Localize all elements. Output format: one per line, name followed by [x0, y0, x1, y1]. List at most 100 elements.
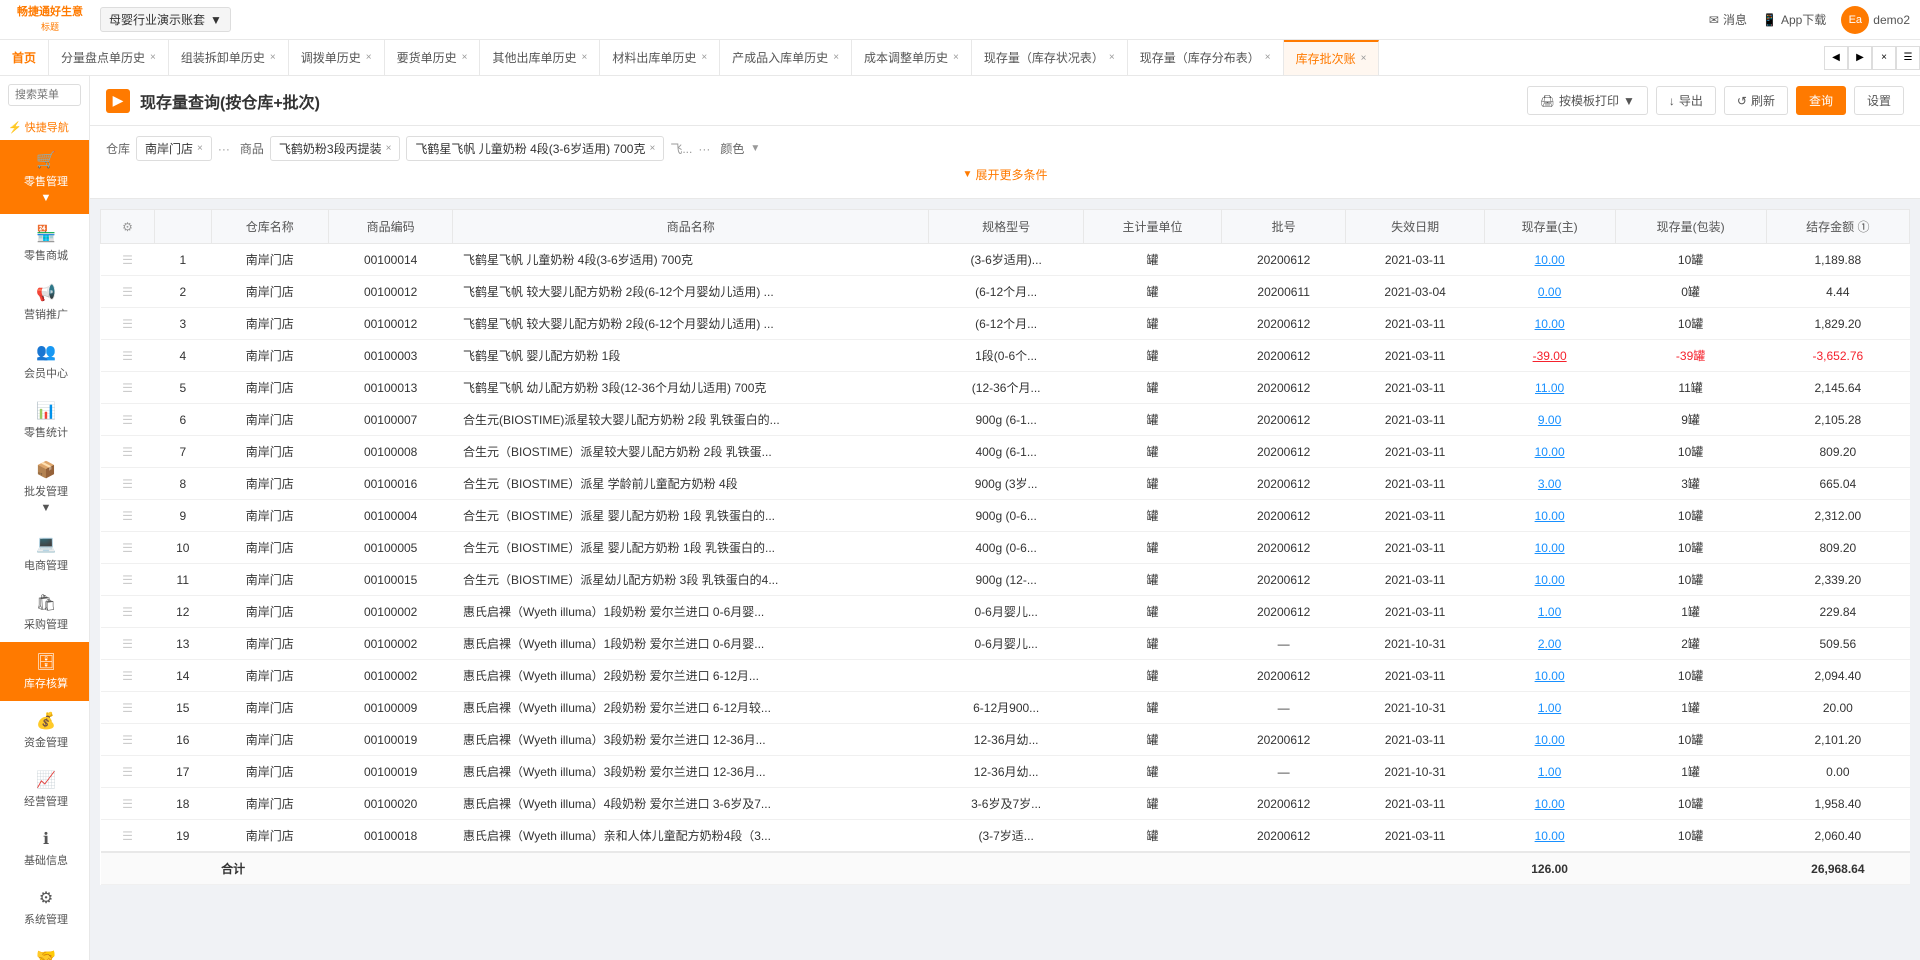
- row-qty1[interactable]: 10.00: [1484, 820, 1615, 853]
- row-gear[interactable]: ☰: [101, 244, 155, 276]
- row-qty1[interactable]: 10.00: [1484, 564, 1615, 596]
- product-tag-1[interactable]: 飞鹤奶粉3段丙提装 ×: [270, 136, 401, 161]
- row-gear[interactable]: ☰: [101, 468, 155, 500]
- row-qty1[interactable]: 10.00: [1484, 308, 1615, 340]
- row-qty1[interactable]: 10.00: [1484, 724, 1615, 756]
- row-gear[interactable]: ☰: [101, 340, 155, 372]
- row-gear[interactable]: ☰: [101, 436, 155, 468]
- row-gear[interactable]: ☰: [101, 724, 155, 756]
- row-qty1[interactable]: 10.00: [1484, 244, 1615, 276]
- close-icon[interactable]: ×: [833, 52, 839, 63]
- row-qty1[interactable]: 9.00: [1484, 404, 1615, 436]
- product-tag-2[interactable]: 飞鹤星飞帆 儿童奶粉 4段(3-6岁适用) 700克 ×: [406, 136, 664, 161]
- product-more[interactable]: 飞...: [670, 140, 692, 157]
- sidebar-item-purchase[interactable]: 🛍 采购管理: [0, 583, 89, 642]
- row-gear[interactable]: ☰: [101, 404, 155, 436]
- row-gear[interactable]: ☰: [101, 788, 155, 820]
- warehouse-more[interactable]: ···: [218, 142, 230, 156]
- row-qty1[interactable]: 10.00: [1484, 436, 1615, 468]
- close-icon[interactable]: ×: [1361, 53, 1367, 64]
- query-btn[interactable]: 查询: [1796, 86, 1846, 115]
- gear-icon[interactable]: ⚙: [122, 220, 133, 234]
- sidebar-item-collab[interactable]: 🤝 企业协同: [0, 937, 89, 960]
- user-area[interactable]: Ea demo2: [1841, 6, 1910, 34]
- row-gear[interactable]: ☰: [101, 276, 155, 308]
- tab-3[interactable]: 调拨单历史 ×: [289, 40, 385, 76]
- product-close-icon-1[interactable]: ×: [386, 143, 392, 154]
- color-arrow[interactable]: ▼: [750, 143, 760, 154]
- refresh-btn[interactable]: ↺ 刷新: [1724, 86, 1788, 115]
- row-qty1[interactable]: 10.00: [1484, 500, 1615, 532]
- row-gear[interactable]: ☰: [101, 532, 155, 564]
- tab-6[interactable]: 材料出库单历史 ×: [600, 40, 720, 76]
- tab-7[interactable]: 产成品入库单历史 ×: [720, 40, 852, 76]
- row-qty1[interactable]: 3.00: [1484, 468, 1615, 500]
- settings-btn[interactable]: 设置: [1854, 86, 1904, 115]
- tab-close-btn[interactable]: ×: [1872, 46, 1896, 70]
- tab-menu-btn[interactable]: ☰: [1896, 46, 1920, 70]
- sidebar-item-finance[interactable]: 💰 资金管理: [0, 701, 89, 760]
- product-close-icon-2[interactable]: ×: [649, 143, 655, 154]
- org-selector[interactable]: 母婴行业演示账套 ▼: [100, 7, 231, 32]
- expand-arrow[interactable]: ▶: [106, 89, 130, 113]
- sidebar-item-ecommerce[interactable]: 💻 电商管理: [0, 524, 89, 583]
- row-gear[interactable]: ☰: [101, 500, 155, 532]
- row-gear[interactable]: ☰: [101, 564, 155, 596]
- sidebar-item-retail-mgmt[interactable]: 🛒 零售管理 ▼: [0, 140, 89, 214]
- row-gear[interactable]: ☰: [101, 628, 155, 660]
- tab-home[interactable]: 首页: [0, 40, 49, 76]
- sidebar-item-system[interactable]: ⚙ 系统管理: [0, 878, 89, 937]
- tab-5[interactable]: 其他出库单历史 ×: [480, 40, 600, 76]
- warehouse-close-icon[interactable]: ×: [197, 143, 203, 154]
- row-qty1[interactable]: 1.00: [1484, 756, 1615, 788]
- sidebar-item-inventory[interactable]: 🗄 库存核算: [0, 642, 89, 701]
- sidebar-item-member[interactable]: 👥 会员中心: [0, 332, 89, 391]
- row-gear[interactable]: ☰: [101, 660, 155, 692]
- row-gear[interactable]: ☰: [101, 692, 155, 724]
- row-gear[interactable]: ☰: [101, 372, 155, 404]
- tab-2[interactable]: 组装拆卸单历史 ×: [169, 40, 289, 76]
- message-btn[interactable]: ✉ 消息: [1709, 11, 1747, 28]
- close-icon[interactable]: ×: [270, 52, 276, 63]
- row-qty1[interactable]: -39.00: [1484, 340, 1615, 372]
- tab-8[interactable]: 成本调整单历史 ×: [852, 40, 972, 76]
- search-input[interactable]: [8, 84, 81, 106]
- tab-11[interactable]: 库存批次账 ×: [1284, 40, 1380, 76]
- row-qty1[interactable]: 1.00: [1484, 692, 1615, 724]
- tab-next-btn[interactable]: ▶: [1848, 46, 1872, 70]
- sidebar-item-wholesale[interactable]: 📦 批发管理 ▼: [0, 450, 89, 524]
- product-dots[interactable]: ···: [698, 142, 710, 156]
- close-icon[interactable]: ×: [462, 52, 468, 63]
- row-qty1[interactable]: 11.00: [1484, 372, 1615, 404]
- close-icon[interactable]: ×: [1265, 52, 1271, 63]
- row-qty1[interactable]: 2.00: [1484, 628, 1615, 660]
- app-download-btn[interactable]: 📱 App下载: [1762, 11, 1826, 28]
- tab-9[interactable]: 现存量（库存状况表） ×: [972, 40, 1128, 76]
- sidebar-item-business[interactable]: 📈 经营管理: [0, 760, 89, 819]
- row-qty1[interactable]: 10.00: [1484, 532, 1615, 564]
- close-icon[interactable]: ×: [366, 52, 372, 63]
- close-icon[interactable]: ×: [150, 52, 156, 63]
- sidebar-item-retail-stats[interactable]: 📊 零售统计: [0, 391, 89, 450]
- warehouse-tag[interactable]: 南岸门店 ×: [136, 136, 212, 161]
- row-qty1[interactable]: 10.00: [1484, 660, 1615, 692]
- row-gear[interactable]: ☰: [101, 820, 155, 853]
- tab-10[interactable]: 现存量（库存分布表） ×: [1128, 40, 1284, 76]
- tab-1[interactable]: 分量盘点单历史 ×: [49, 40, 169, 76]
- sidebar-item-marketing[interactable]: 📢 营销推广: [0, 273, 89, 332]
- quick-nav[interactable]: ⚡ 快捷导航: [0, 114, 89, 140]
- close-icon[interactable]: ×: [581, 52, 587, 63]
- row-gear[interactable]: ☰: [101, 596, 155, 628]
- row-qty1[interactable]: 0.00: [1484, 276, 1615, 308]
- tab-prev-btn[interactable]: ◀: [1824, 46, 1848, 70]
- row-qty1[interactable]: 10.00: [1484, 788, 1615, 820]
- row-gear[interactable]: ☰: [101, 308, 155, 340]
- expand-more-btn[interactable]: ▼ 展开更多条件: [106, 161, 1904, 188]
- sidebar-item-retail-store[interactable]: 🏪 零售商城: [0, 214, 89, 273]
- close-icon[interactable]: ×: [953, 52, 959, 63]
- print-btn[interactable]: 🖨 按模板打印 ▼: [1527, 86, 1648, 115]
- tab-4[interactable]: 要货单历史 ×: [385, 40, 481, 76]
- export-btn[interactable]: ↓ 导出: [1656, 86, 1716, 115]
- close-icon[interactable]: ×: [701, 52, 707, 63]
- row-qty1[interactable]: 1.00: [1484, 596, 1615, 628]
